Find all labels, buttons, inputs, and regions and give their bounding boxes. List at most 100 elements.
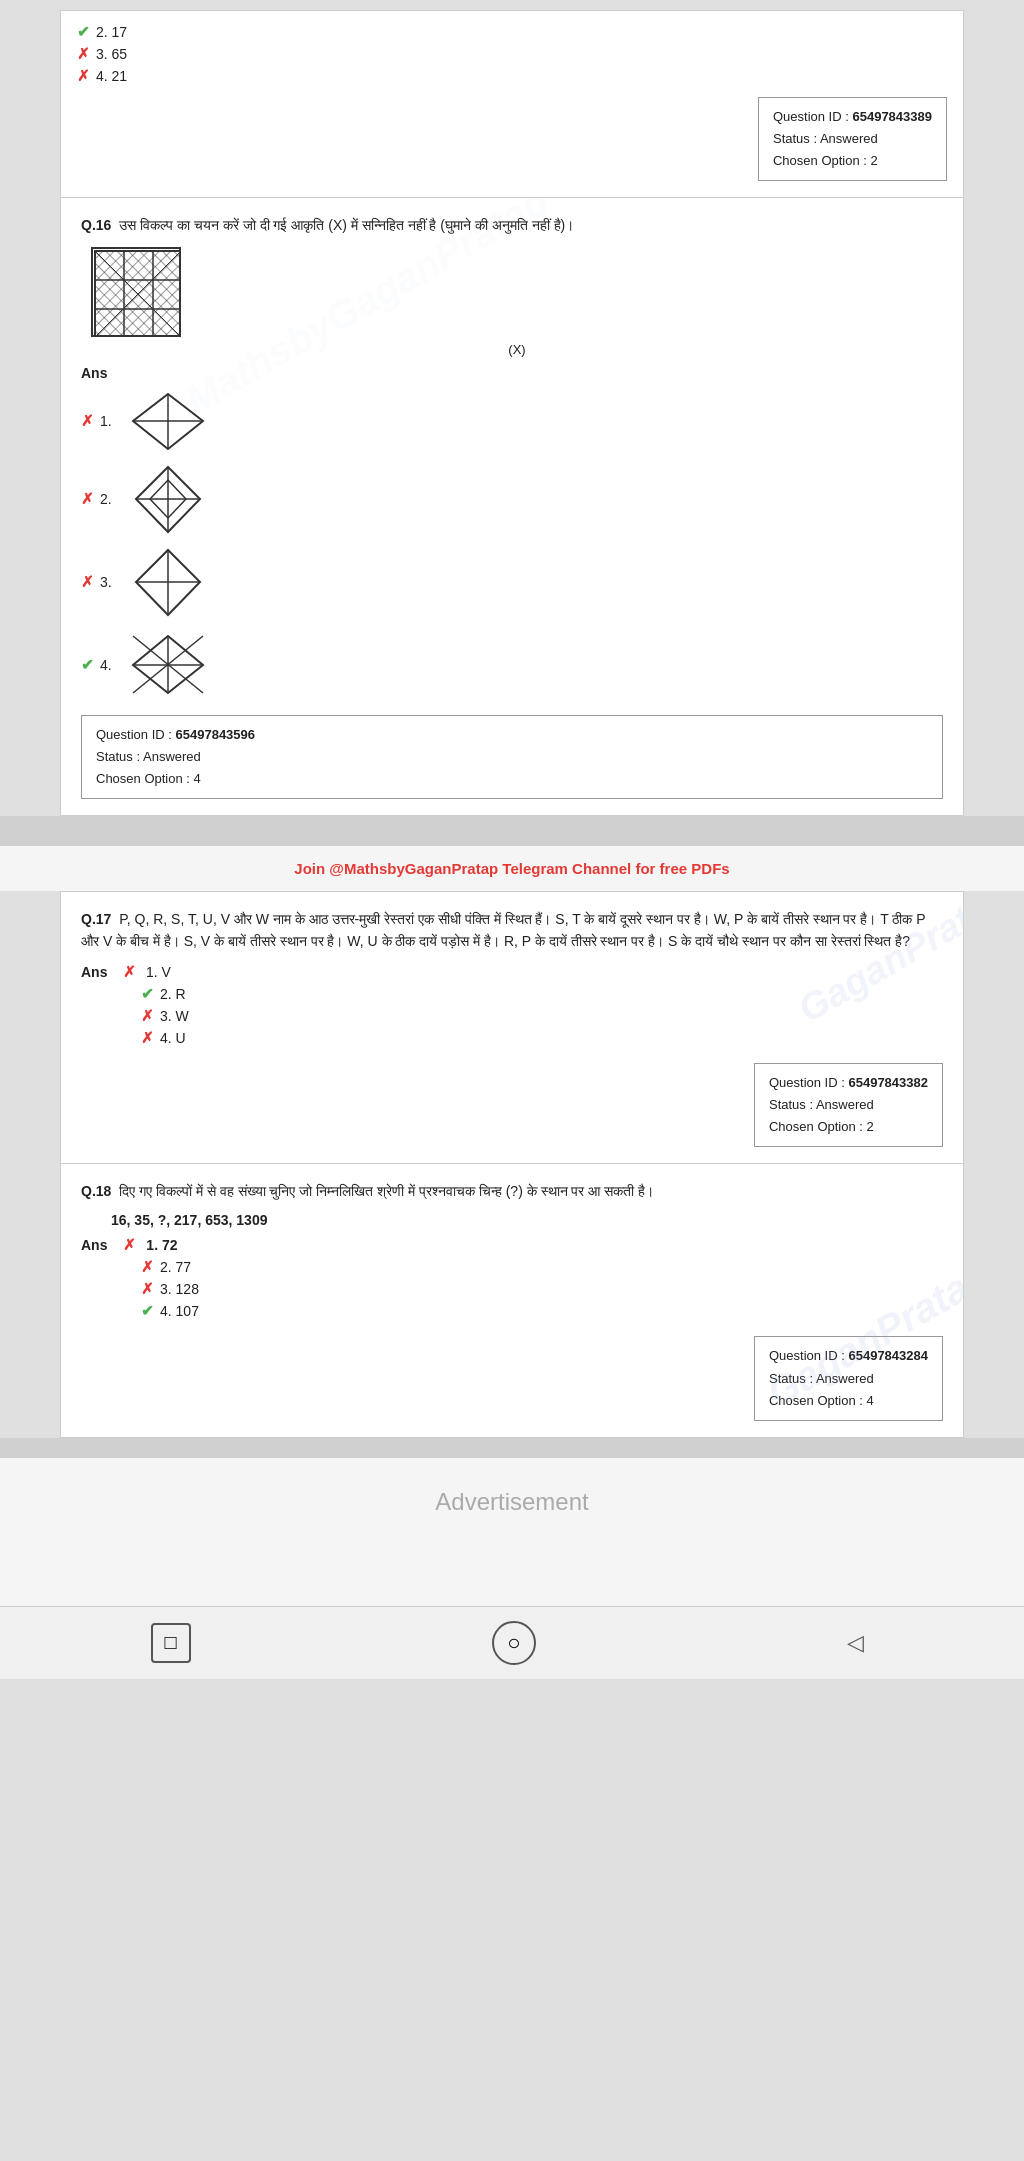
- q16-ans-opt4: ✔ 4.: [81, 628, 943, 703]
- correct-icon: ✔: [77, 23, 90, 41]
- qid-value: 65497843389: [852, 109, 932, 124]
- option-row-3: ✗ 3. 65: [77, 45, 947, 63]
- chosen-value: 2: [871, 153, 878, 168]
- q18-status-value: Answered: [816, 1371, 874, 1386]
- wrong-icon-q18-2: ✗: [141, 1258, 154, 1276]
- q18-qid-label: Question ID :: [769, 1348, 845, 1363]
- q18-opt4-row: ✔ 4. 107: [141, 1302, 943, 1320]
- q17-opt3-row: ✗ 3. W: [141, 1007, 943, 1025]
- q18-chosen-row: Chosen Option : 4: [769, 1390, 928, 1412]
- q17-section: GaganPratap Q.17 P, Q, R, S, T, U, V और …: [60, 891, 964, 1164]
- q17-info-box: Question ID : 65497843382 Status : Answe…: [754, 1063, 943, 1147]
- ans-label-q16: Ans: [81, 365, 943, 381]
- q17-chosen-value: 2: [867, 1119, 874, 1134]
- nav-back-button[interactable]: ◁: [837, 1625, 873, 1661]
- separator-2: [0, 1438, 1024, 1458]
- correct-icon-q17: ✔: [141, 985, 154, 1003]
- q16-opt4-num: 4.: [100, 657, 120, 673]
- q16-chosen-label: Chosen Option :: [96, 771, 190, 786]
- nav-home-button[interactable]: ○: [492, 1621, 536, 1665]
- q18-opt1: 1. 72: [146, 1237, 177, 1253]
- telegram-text: Join @MathsbyGaganPratap Telegram Channe…: [294, 860, 729, 877]
- chosen-label: Chosen Option :: [773, 153, 867, 168]
- q18-status-row: Status : Answered: [769, 1368, 928, 1390]
- chosen-row: Chosen Option : 2: [773, 150, 932, 172]
- q17-chosen-row: Chosen Option : 2: [769, 1116, 928, 1138]
- q18-status-label: Status :: [769, 1371, 813, 1386]
- q16-qid-row: Question ID : 65497843596: [96, 724, 928, 746]
- status-label: Status :: [773, 131, 817, 146]
- q16-opt1-shape: [128, 389, 208, 454]
- q18-opt3-row: ✗ 3. 128: [141, 1280, 943, 1298]
- ans-label-q18: Ans ✗ 1. 72: [81, 1236, 943, 1254]
- wrong-icon-q16-2: ✗: [81, 490, 94, 508]
- q16-qid-value: 65497843596: [176, 727, 256, 742]
- q17-opt2-row: ✔ 2. R: [141, 985, 943, 1003]
- bottom-spacer: [0, 1546, 1024, 1606]
- svg-line-19: [136, 550, 168, 582]
- wrong-icon-q17-3: ✗: [141, 1007, 154, 1025]
- q17-status-value: Answered: [816, 1097, 874, 1112]
- qid-label: Question ID :: [773, 109, 849, 124]
- correct-icon-q16-4: ✔: [81, 656, 94, 674]
- q16-opt4-shape: [128, 628, 218, 703]
- q18-text: दिए गए विकल्पों में से वह संख्या चुनिए ज…: [119, 1183, 654, 1199]
- q17-text: P, Q, R, S, T, U, V और W नाम के आठ उत्तर…: [81, 911, 925, 949]
- wrong-icon-q18-1: ✗: [123, 1236, 136, 1253]
- option-row-4: ✗ 4. 21: [77, 67, 947, 85]
- status-row: Status : Answered: [773, 128, 932, 150]
- q18-opt4: 4. 107: [160, 1303, 199, 1319]
- q17-opt4: 4. U: [160, 1030, 186, 1046]
- q16-status-label: Status :: [96, 749, 140, 764]
- q18-question-text: Q.18 दिए गए विकल्पों में से वह संख्या चु…: [81, 1180, 943, 1202]
- advertisement-section: Advertisement: [0, 1458, 1024, 1546]
- q16-section: MathsbyGaganPratap Q.16 उस विकल्प का चयन…: [60, 198, 964, 816]
- nav-bar: □ ○ ◁: [0, 1606, 1024, 1679]
- q18-chosen-label: Chosen Option :: [769, 1393, 863, 1408]
- q17-opt4-row: ✗ 4. U: [141, 1029, 943, 1047]
- q16-chosen-row: Chosen Option : 4: [96, 768, 928, 790]
- separator-1: [0, 816, 1024, 846]
- page-container: ✔ 2. 17 ✗ 3. 65 ✗ 4. 21 Question ID : 65…: [0, 10, 1024, 1679]
- q17-question-text: Q.17 P, Q, R, S, T, U, V और W नाम के आठ …: [81, 908, 943, 953]
- qid-row: Question ID : 65497843389: [773, 106, 932, 128]
- q16-ans-opt2: ✗ 2.: [81, 462, 943, 537]
- q17-label: Q.17: [81, 911, 111, 927]
- q17-status-row: Status : Answered: [769, 1094, 928, 1116]
- q16-text: उस विकल्प का चयन करें जो दी गई आकृति (X)…: [119, 217, 574, 233]
- status-value: Answered: [820, 131, 878, 146]
- x-pattern-svg: [91, 247, 181, 337]
- q17-qid-label: Question ID :: [769, 1075, 845, 1090]
- q16-qid-label: Question ID :: [96, 727, 172, 742]
- q18-qid-row: Question ID : 65497843284: [769, 1345, 928, 1367]
- question-info-box-prev: Question ID : 65497843389 Status : Answe…: [758, 97, 947, 181]
- option-text-2: 2. 17: [96, 24, 127, 40]
- q16-opt2-shape: [128, 462, 208, 537]
- wrong-icon-q16-3: ✗: [81, 573, 94, 591]
- option-row-2: ✔ 2. 17: [77, 23, 947, 41]
- wrong-icon-q16-1: ✗: [81, 412, 94, 430]
- nav-square-button[interactable]: □: [151, 1623, 191, 1663]
- svg-line-20: [168, 550, 200, 582]
- q18-opt3: 3. 128: [160, 1281, 199, 1297]
- q16-status-row: Status : Answered: [96, 746, 928, 768]
- q16-chosen-value: 4: [194, 771, 201, 786]
- q18-opt2: 2. 77: [160, 1259, 191, 1275]
- option-text-3: 3. 65: [96, 46, 127, 62]
- q18-opt2-row: ✗ 2. 77: [141, 1258, 943, 1276]
- q18-label: Q.18: [81, 1183, 111, 1199]
- q17-opt2: 2. R: [160, 986, 186, 1002]
- prev-question-options: ✔ 2. 17 ✗ 3. 65 ✗ 4. 21: [77, 23, 947, 85]
- q16-opt3-shape: [128, 545, 208, 620]
- correct-icon-q18-4: ✔: [141, 1302, 154, 1320]
- q17-status-label: Status :: [769, 1097, 813, 1112]
- q16-x-figure: (X): [91, 247, 943, 357]
- ans-label-q17: Ans ✗ 1. V: [81, 963, 943, 981]
- option-text-4: 4. 21: [96, 68, 127, 84]
- telegram-banner: Join @MathsbyGaganPratap Telegram Channe…: [0, 846, 1024, 891]
- q16-status-value: Answered: [143, 749, 201, 764]
- q16-ans-opt1: ✗ 1.: [81, 389, 943, 454]
- q16-ans-opt3: ✗ 3.: [81, 545, 943, 620]
- advertisement-label: Advertisement: [435, 1488, 588, 1515]
- q18-info-box: Question ID : 65497843284 Status : Answe…: [754, 1336, 943, 1420]
